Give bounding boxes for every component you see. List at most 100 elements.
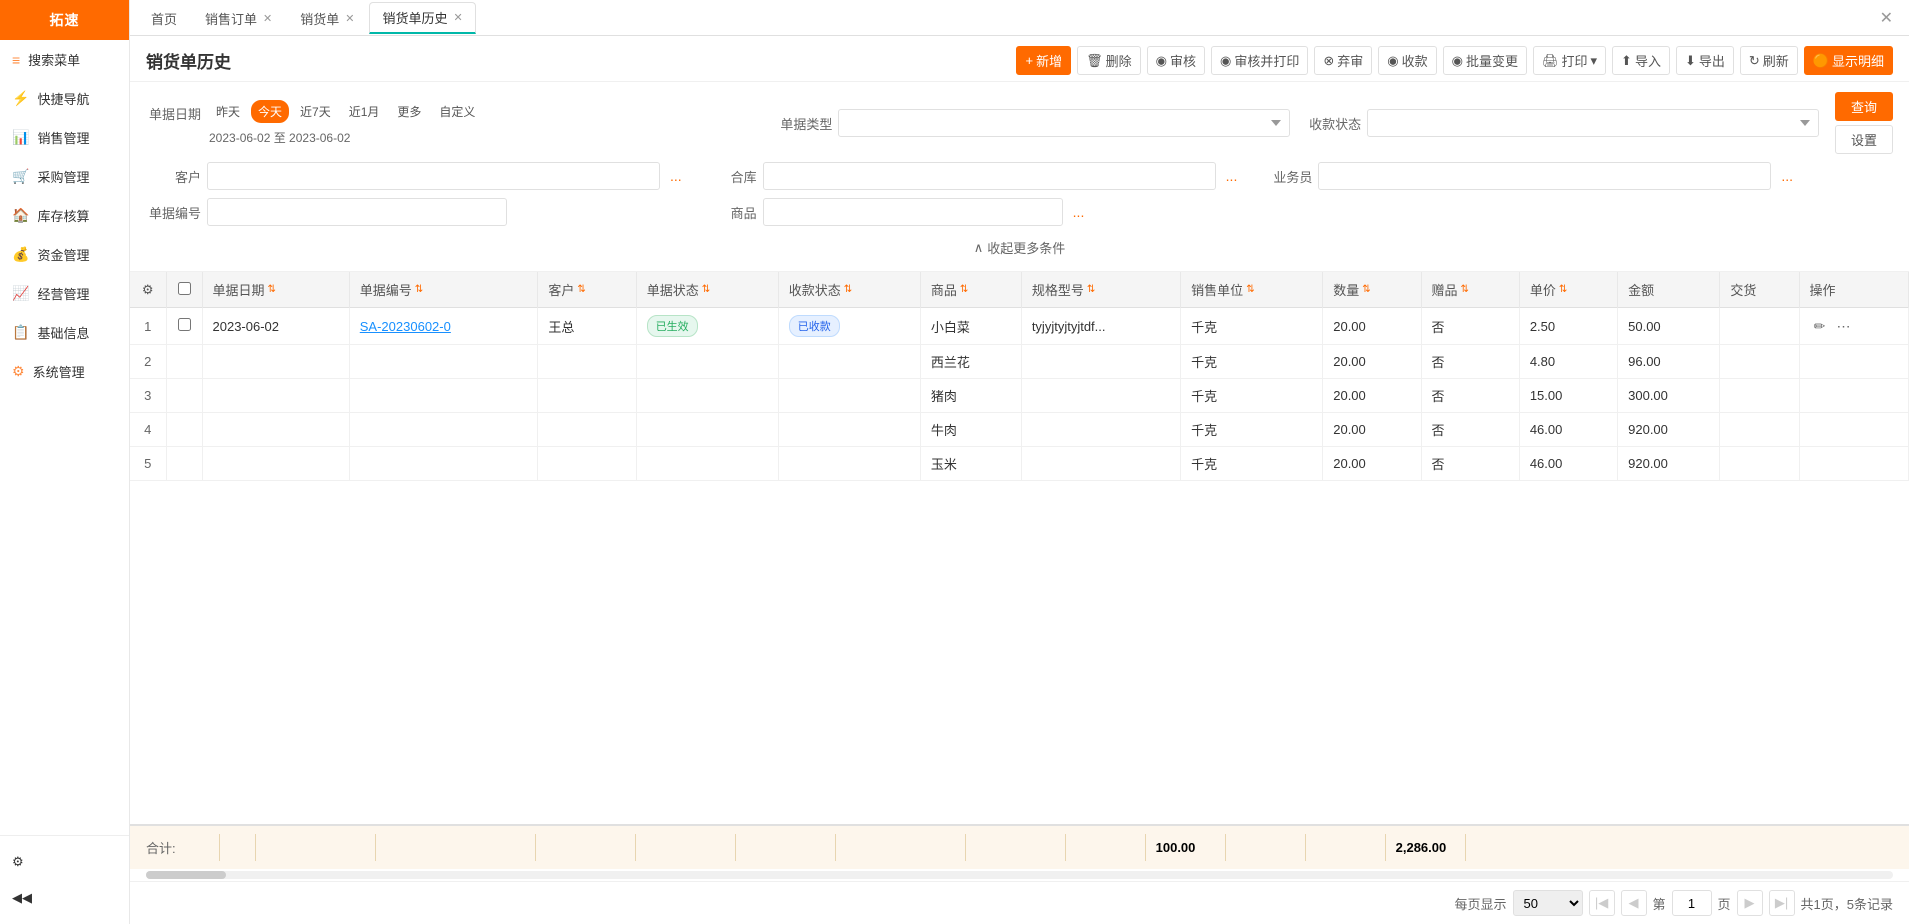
sidebar-bottom-collapse[interactable]: ◀◀ (0, 880, 129, 916)
th-date[interactable]: 单据日期 ⇅ (202, 272, 349, 308)
edit-icon[interactable]: ✏ (1810, 316, 1830, 336)
import-button[interactable]: ⬆ 导入 (1612, 46, 1670, 75)
payment-status-select[interactable] (1367, 109, 1819, 137)
window-close-btn[interactable]: ✕ (1872, 8, 1901, 28)
select-all-checkbox[interactable] (178, 282, 191, 295)
customer-input[interactable] (207, 162, 660, 190)
row-number[interactable]: SA-20230602-0 (349, 308, 538, 345)
date-tag-last7[interactable]: 近7天 (293, 100, 338, 123)
sidebar-item-fund-mgmt[interactable]: 💰 资金管理 (0, 235, 129, 274)
product-more-btn[interactable]: ... (1069, 204, 1089, 220)
export-icon: ⬇ (1685, 53, 1696, 69)
table-row: 1 2023-06-02 SA-20230602-0 王总 已生效 已收款 小白… (130, 308, 1909, 345)
filter-row-1: 单据日期 昨天 今天 近7天 近1月 更多 自定义 2023-06-02 至 2… (146, 92, 1893, 154)
new-button[interactable]: + 新增 (1016, 46, 1071, 75)
per-page-select[interactable]: 50 100 (1513, 890, 1583, 916)
collapse-button[interactable]: ∧ 收起更多条件 (970, 234, 1070, 261)
sidebar-item-sales-mgmt[interactable]: 📊 销售管理 (0, 118, 129, 157)
more-actions-icon[interactable]: ⋯ (1834, 316, 1854, 336)
sidebar-item-purchase-mgmt[interactable]: 🛒 采购管理 (0, 157, 129, 196)
abandon-button[interactable]: ⊗ 弃审 (1314, 46, 1372, 75)
per-page-label: 每页显示 (1454, 894, 1506, 913)
th-price[interactable]: 单价 ⇅ (1519, 272, 1617, 308)
sidebar-item-basic-info[interactable]: 📋 基础信息 (0, 313, 129, 352)
tab-sales-goods-close[interactable]: ✕ (345, 12, 354, 25)
th-qty[interactable]: 数量 ⇅ (1323, 272, 1421, 308)
warehouse-input[interactable] (763, 162, 1216, 190)
tab-sales-order-label: 销售订单 (205, 9, 257, 28)
audit-print-button[interactable]: ◉ 审核并打印 (1211, 46, 1308, 75)
doc-type-select[interactable] (838, 109, 1290, 137)
sidebar-item-sys-mgmt[interactable]: ⚙ 系统管理 (0, 352, 129, 391)
sidebar-bottom-settings[interactable]: ⚙ (0, 844, 129, 880)
bottom-settings-icon: ⚙ (12, 854, 24, 870)
th-pay-status[interactable]: 收款状态 ⇅ (778, 272, 920, 308)
refresh-button[interactable]: ↻ 刷新 (1740, 46, 1798, 75)
date-tag-today[interactable]: 今天 (251, 100, 289, 123)
product-input[interactable] (763, 198, 1063, 226)
sidebar-item-search-menu[interactable]: ≡ 搜索菜单 (0, 40, 129, 79)
delete-button[interactable]: 🗑 删除 (1077, 46, 1141, 75)
sidebar-item-inventory-calc[interactable]: 🏠 库存核算 (0, 196, 129, 235)
row-checkbox[interactable] (166, 379, 202, 413)
th-checkbox[interactable] (166, 272, 202, 308)
salesperson-more-btn[interactable]: ... (1777, 168, 1797, 184)
tab-sales-goods[interactable]: 销货单 ✕ (287, 2, 367, 34)
scrollbar-thumb[interactable] (146, 871, 226, 879)
date-tag-yesterday[interactable]: 昨天 (209, 100, 247, 123)
print-button[interactable]: 🖨 打印 ▾ (1533, 46, 1606, 75)
th-number[interactable]: 单据编号 ⇅ (349, 272, 538, 308)
row-spec (1021, 413, 1180, 447)
warehouse-more-btn[interactable]: ... (1222, 168, 1242, 184)
th-product[interactable]: 商品 ⇅ (920, 272, 1021, 308)
sidebar-item-quick-nav[interactable]: ⚡ 快捷导航 (0, 79, 129, 118)
docnum-input[interactable] (207, 198, 507, 226)
horizontal-scrollbar[interactable] (146, 871, 1893, 879)
salesperson-input[interactable] (1318, 162, 1771, 190)
date-tag-custom[interactable]: 自定义 (432, 100, 482, 123)
row-doc-status (636, 447, 778, 481)
collect-button[interactable]: ◉ 收款 (1378, 46, 1436, 75)
row-actions (1799, 413, 1908, 447)
payment-status-label: 收款状态 (1306, 114, 1361, 133)
query-button[interactable]: 查询 (1835, 92, 1893, 121)
audit-button[interactable]: ◉ 审核 (1147, 46, 1205, 75)
date-tag-more[interactable]: 更多 (390, 100, 428, 123)
print-icon: 🖨 (1542, 53, 1559, 69)
row-checkbox[interactable] (166, 413, 202, 447)
table-head: ⚙ 单据日期 ⇅ 单据编号 (130, 272, 1909, 308)
data-table: ⚙ 单据日期 ⇅ 单据编号 (130, 272, 1909, 481)
tab-sales-order[interactable]: 销售订单 ✕ (192, 2, 285, 34)
row-checkbox[interactable] (166, 345, 202, 379)
first-page-btn[interactable]: |◀ (1589, 890, 1615, 916)
row-checkbox[interactable] (166, 308, 202, 345)
tab-home[interactable]: 首页 (138, 2, 190, 34)
row-gift: 否 (1421, 345, 1519, 379)
tab-sales-history[interactable]: 销货单历史 ✕ (369, 2, 475, 34)
th-doc-status[interactable]: 单据状态 ⇅ (636, 272, 778, 308)
filter-settings-button[interactable]: 设置 (1835, 125, 1893, 154)
th-gift[interactable]: 赠品 ⇅ (1421, 272, 1519, 308)
tab-sales-history-close[interactable]: ✕ (454, 11, 463, 24)
date-tag-last1m[interactable]: 近1月 (342, 100, 387, 123)
th-spec[interactable]: 规格型号 ⇅ (1021, 272, 1180, 308)
export-button[interactable]: ⬇ 导出 (1676, 46, 1734, 75)
sidebar-item-ops-mgmt[interactable]: 📈 经营管理 (0, 274, 129, 313)
th-customer[interactable]: 客户 ⇅ (538, 272, 636, 308)
th-unit[interactable]: 销售单位 ⇅ (1181, 272, 1323, 308)
page-number-input[interactable] (1672, 890, 1712, 916)
next-page-btn[interactable]: ▶ (1737, 890, 1763, 916)
total-qty: 100.00 (1146, 834, 1226, 861)
prev-page-btn[interactable]: ◀ (1621, 890, 1647, 916)
table-settings-icon[interactable]: ⚙ (142, 282, 154, 297)
customer-more-btn[interactable]: ... (666, 168, 686, 184)
last-page-btn[interactable]: ▶| (1769, 890, 1795, 916)
row-checkbox[interactable] (166, 447, 202, 481)
row-select-checkbox[interactable] (178, 318, 191, 331)
batch-change-button[interactable]: ◉ 批量变更 (1443, 46, 1527, 75)
tab-sales-order-close[interactable]: ✕ (263, 12, 272, 25)
display-button[interactable]: 🟠 显示明细 (1804, 46, 1893, 75)
th-settings[interactable]: ⚙ (130, 272, 166, 308)
row-product: 玉米 (920, 447, 1021, 481)
row-product: 猪肉 (920, 379, 1021, 413)
